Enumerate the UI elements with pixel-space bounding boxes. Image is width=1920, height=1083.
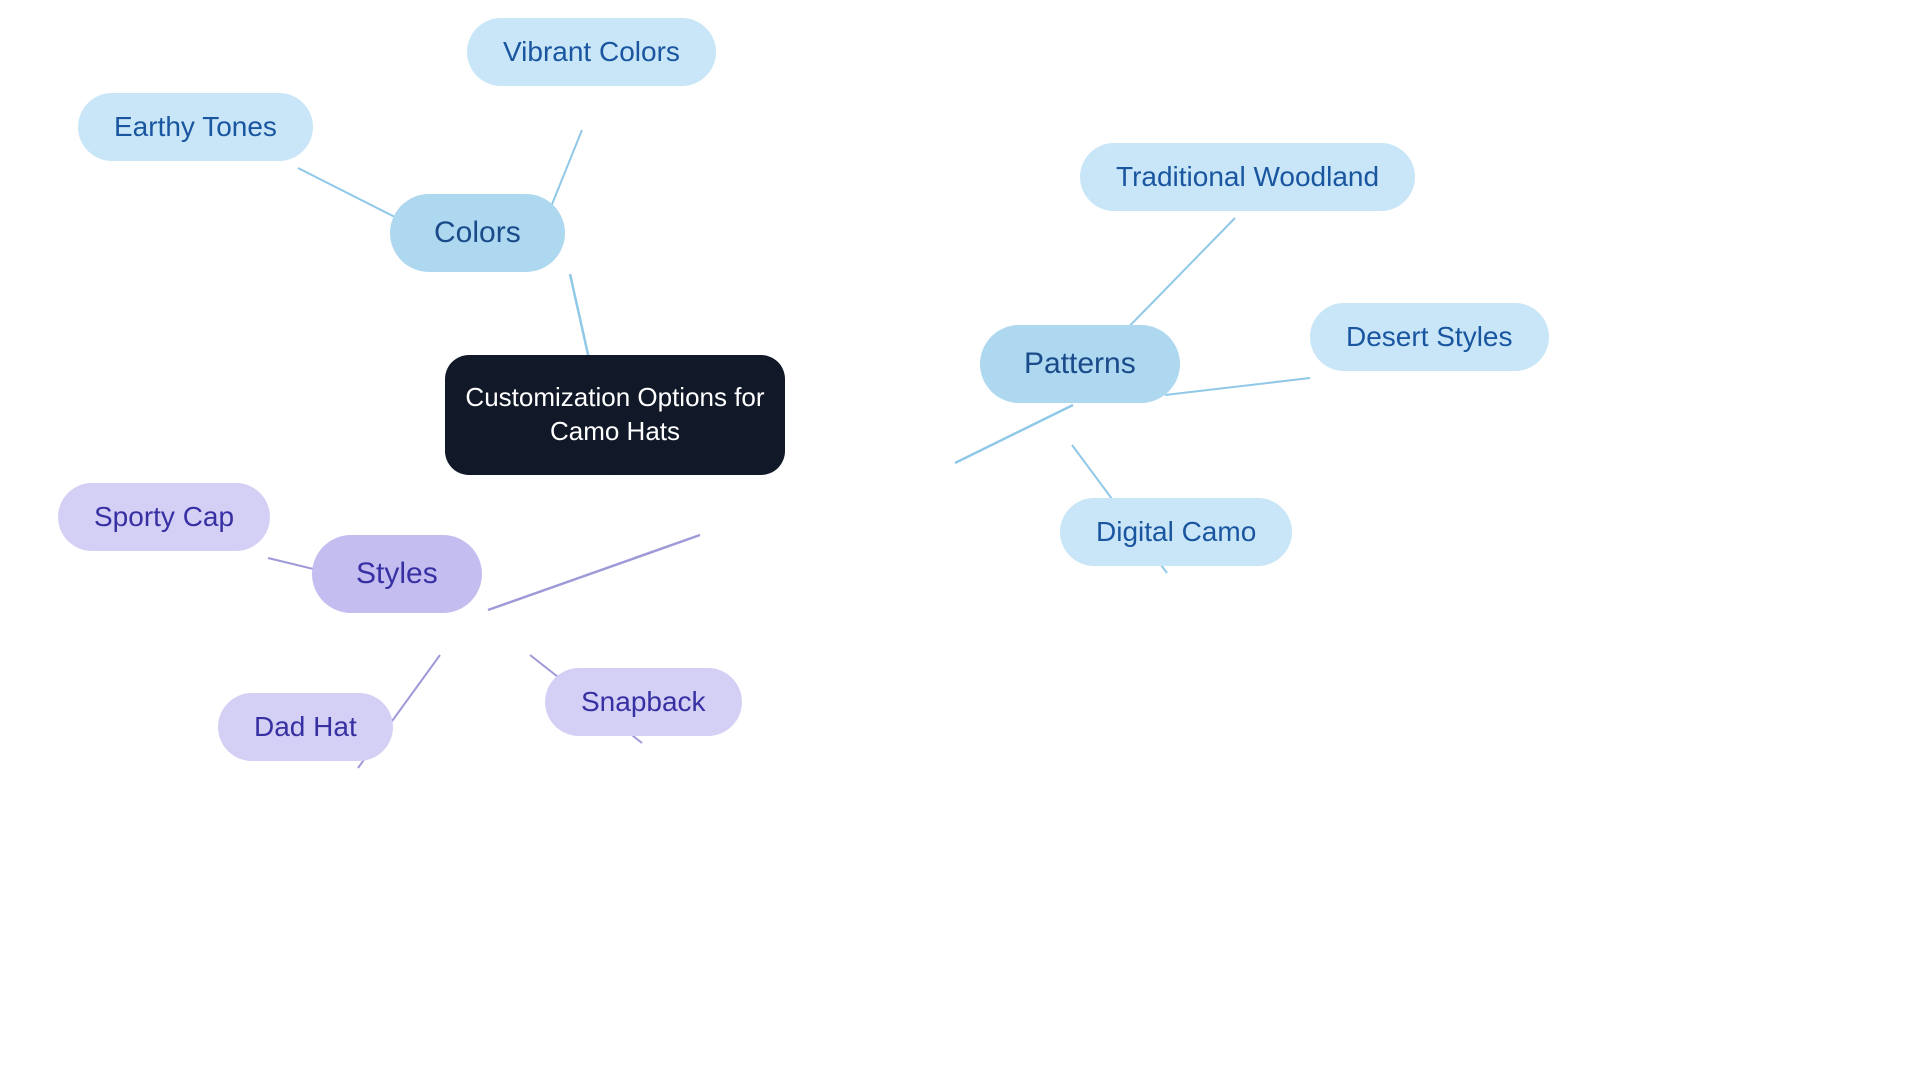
traditional-woodland-node[interactable]: Traditional Woodland <box>1080 143 1415 211</box>
styles-node[interactable]: Styles <box>312 535 482 613</box>
mindmap-canvas: Customization Options for Camo Hats Colo… <box>0 0 1920 1083</box>
earthy-tones-node[interactable]: Earthy Tones <box>78 93 313 161</box>
dad-hat-node[interactable]: Dad Hat <box>218 693 393 761</box>
colors-node[interactable]: Colors <box>390 194 565 272</box>
sporty-cap-node[interactable]: Sporty Cap <box>58 483 270 551</box>
center-node[interactable]: Customization Options for Camo Hats <box>445 355 785 475</box>
snapback-node[interactable]: Snapback <box>545 668 742 736</box>
vibrant-colors-node[interactable]: Vibrant Colors <box>467 18 716 86</box>
patterns-node[interactable]: Patterns <box>980 325 1180 403</box>
digital-camo-node[interactable]: Digital Camo <box>1060 498 1292 566</box>
desert-styles-node[interactable]: Desert Styles <box>1310 303 1549 371</box>
